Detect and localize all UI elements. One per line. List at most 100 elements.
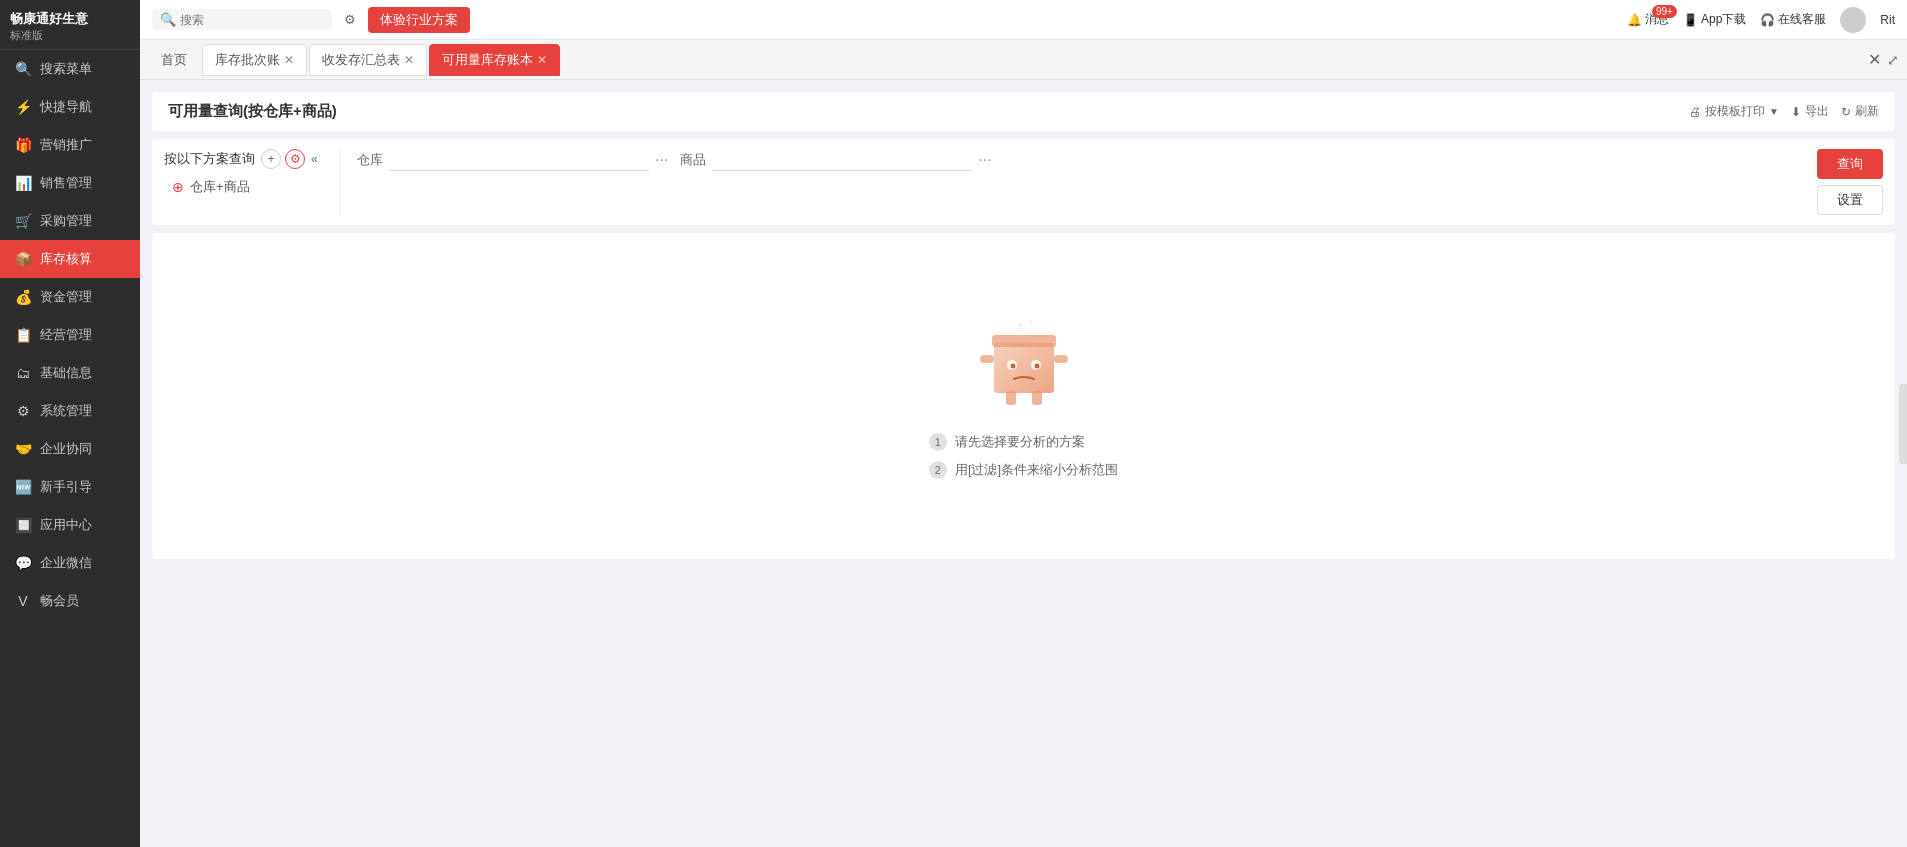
tab-label-batch-account: 库存批次账 — [215, 51, 280, 69]
tab-close-available-ledger[interactable]: ✕ — [537, 53, 547, 67]
brand-sub: 标准版 — [10, 28, 130, 43]
vip-icon: V — [14, 593, 32, 609]
export-label: 导出 — [1805, 103, 1829, 120]
close-all-tabs-button[interactable]: ✕ — [1868, 50, 1881, 69]
printer-icon: 🖨 — [1689, 105, 1701, 119]
warehouse-label: 仓库 — [357, 151, 383, 169]
app-download-button[interactable]: 📱 App下载 — [1683, 11, 1746, 28]
tab-home[interactable]: 首页 — [148, 44, 200, 76]
svg-point-4 — [1010, 364, 1015, 369]
sidebar-item-enterprise[interactable]: 🤝 企业协同 — [0, 430, 140, 468]
warehouse-more-icon[interactable]: ··· — [655, 151, 668, 169]
gear-icon: ⚙ — [14, 403, 32, 419]
sidebar-item-inventory[interactable]: 📦 库存核算 — [0, 240, 140, 278]
warehouse-field: 仓库 ··· — [357, 149, 668, 171]
print-label: 按模板打印 — [1705, 103, 1765, 120]
sidebar-item-search[interactable]: 🔍 搜索菜单 — [0, 50, 140, 88]
tip-text-2: 用[过滤]条件来缩小分析范围 — [955, 461, 1118, 479]
handshake-icon: 🤝 — [14, 441, 32, 457]
query-button[interactable]: 查询 — [1817, 149, 1883, 179]
svg-rect-0 — [994, 343, 1054, 393]
tab-close-collect-summary[interactable]: ✕ — [404, 53, 414, 67]
tabs-actions: ✕ ⤢ — [1868, 50, 1899, 69]
gift-icon: 🎁 — [14, 137, 32, 153]
headset-icon: 🎧 — [1760, 13, 1775, 27]
export-button[interactable]: ⬇ 导出 — [1791, 103, 1829, 120]
username[interactable]: Rit — [1880, 13, 1895, 27]
filter-area: 按以下方案查询 + ⚙ « ⊕ 仓库+商品 — [152, 139, 1895, 225]
sidebar-item-shortcut[interactable]: ⚡ 快捷导航 — [0, 88, 140, 126]
sidebar-label-sales: 销售管理 — [40, 174, 92, 192]
add-scheme-button[interactable]: + — [261, 149, 281, 169]
tab-label-collect-summary: 收发存汇总表 — [322, 51, 400, 69]
sidebar-item-wechat[interactable]: 💬 企业微信 — [0, 544, 140, 582]
sidebar-item-operation[interactable]: 📋 经营管理 — [0, 316, 140, 354]
cart-icon: 🛒 — [14, 213, 32, 229]
filter-fields: 仓库 ··· 商品 ··· — [357, 149, 1809, 171]
refresh-button[interactable]: ↻ 刷新 — [1841, 103, 1879, 120]
sidebar-label-basic-info: 基础信息 — [40, 364, 92, 382]
expand-tabs-icon[interactable]: ⤢ — [1887, 52, 1899, 68]
phone-icon: 📱 — [1683, 13, 1698, 27]
svg-rect-8 — [1006, 391, 1016, 405]
apps-icon: 🔲 — [14, 517, 32, 533]
tabs-bar: 首页 库存批次账 ✕ 收发存汇总表 ✕ 可用量库存账本 ✕ ✕ ⤢ — [140, 40, 1907, 80]
wechat-icon: 💬 — [14, 555, 32, 571]
goods-input[interactable] — [712, 149, 972, 171]
scheme-item-warehouse-goods[interactable]: ⊕ 仓库+商品 — [164, 173, 324, 201]
svg-rect-9 — [1032, 391, 1042, 405]
brand-name: 畅康通好生意 — [10, 10, 130, 28]
svg-rect-7 — [1054, 355, 1068, 363]
search-input[interactable] — [180, 13, 310, 27]
topbar-right: 🔔 消息 99+ 📱 App下载 🎧 在线客服 Rit — [1627, 7, 1895, 33]
sidebar-item-finance[interactable]: 💰 资金管理 — [0, 278, 140, 316]
tab-batch-account[interactable]: 库存批次账 ✕ — [202, 44, 307, 76]
sidebar-item-basic-info[interactable]: 🗂 基础信息 — [0, 354, 140, 392]
sidebar-item-sales[interactable]: 📊 销售管理 — [0, 164, 140, 202]
message-button[interactable]: 🔔 消息 99+ — [1627, 11, 1669, 28]
print-button[interactable]: 🖨 按模板打印 ▼ — [1689, 103, 1779, 120]
search-icon: 🔍 — [14, 61, 32, 77]
goods-more-icon[interactable]: ··· — [978, 151, 991, 169]
service-button[interactable]: 🎧 在线客服 — [1760, 11, 1826, 28]
sidebar-label-newbie: 新手引导 — [40, 478, 92, 496]
box-icon: 📦 — [14, 251, 32, 267]
collapse-scheme-button[interactable]: « — [311, 152, 318, 166]
svg-rect-1 — [992, 335, 1056, 347]
trial-button[interactable]: 体验行业方案 — [368, 7, 470, 33]
settings-scheme-button[interactable]: ⚙ — [285, 149, 305, 169]
sidebar-label-purchase: 采购管理 — [40, 212, 92, 230]
topbar-search-box: 🔍 — [152, 9, 332, 30]
tab-close-batch-account[interactable]: ✕ — [284, 53, 294, 67]
sidebar-label-enterprise: 企业协同 — [40, 440, 92, 458]
money-icon: 💰 — [14, 289, 32, 305]
sidebar-label-system: 系统管理 — [40, 402, 92, 420]
avatar[interactable] — [1840, 7, 1866, 33]
right-scrollbar[interactable] — [1899, 384, 1907, 464]
warehouse-input[interactable] — [389, 149, 649, 171]
filter-scheme-label: 按以下方案查询 — [164, 150, 255, 168]
empty-tips: 1 请先选择要分析的方案 2 用[过滤]条件来缩小分析范围 — [929, 433, 1118, 479]
content-area: 可用量查询(按仓库+商品) 🖨 按模板打印 ▼ ⬇ 导出 ↻ 刷新 — [140, 80, 1907, 847]
sidebar-item-app-center[interactable]: 🔲 应用中心 — [0, 506, 140, 544]
scheme-item-label: 仓库+商品 — [190, 178, 250, 196]
svg-point-5 — [1034, 364, 1039, 369]
svg-text:?: ? — [1029, 320, 1033, 326]
settings-icon[interactable]: ⚙ — [340, 8, 360, 31]
sidebar-item-purchase[interactable]: 🛒 采购管理 — [0, 202, 140, 240]
tab-collect-summary[interactable]: 收发存汇总表 ✕ — [309, 44, 427, 76]
sidebar-item-newbie[interactable]: 🆕 新手引导 — [0, 468, 140, 506]
export-icon: ⬇ — [1791, 105, 1801, 119]
sidebar-item-marketing[interactable]: 🎁 营销推广 — [0, 126, 140, 164]
brand: 畅康通好生意 标准版 — [0, 0, 140, 50]
sidebar-item-system[interactable]: ⚙ 系统管理 — [0, 392, 140, 430]
sidebar-item-member[interactable]: V 畅会员 — [0, 582, 140, 620]
empty-tip-2: 2 用[过滤]条件来缩小分析范围 — [929, 461, 1118, 479]
tab-available-ledger[interactable]: 可用量库存账本 ✕ — [429, 44, 560, 76]
sidebar-label-operation: 经营管理 — [40, 326, 92, 344]
filter-settings-button[interactable]: 设置 — [1817, 185, 1883, 215]
tip-text-1: 请先选择要分析的方案 — [955, 433, 1085, 451]
page-actions: 🖨 按模板打印 ▼ ⬇ 导出 ↻ 刷新 — [1689, 103, 1879, 120]
sidebar-scroll: 🔍 搜索菜单 ⚡ 快捷导航 🎁 营销推广 📊 销售管理 🛒 采购管理 📦 — [0, 50, 140, 847]
message-badge: 99+ — [1652, 5, 1677, 18]
